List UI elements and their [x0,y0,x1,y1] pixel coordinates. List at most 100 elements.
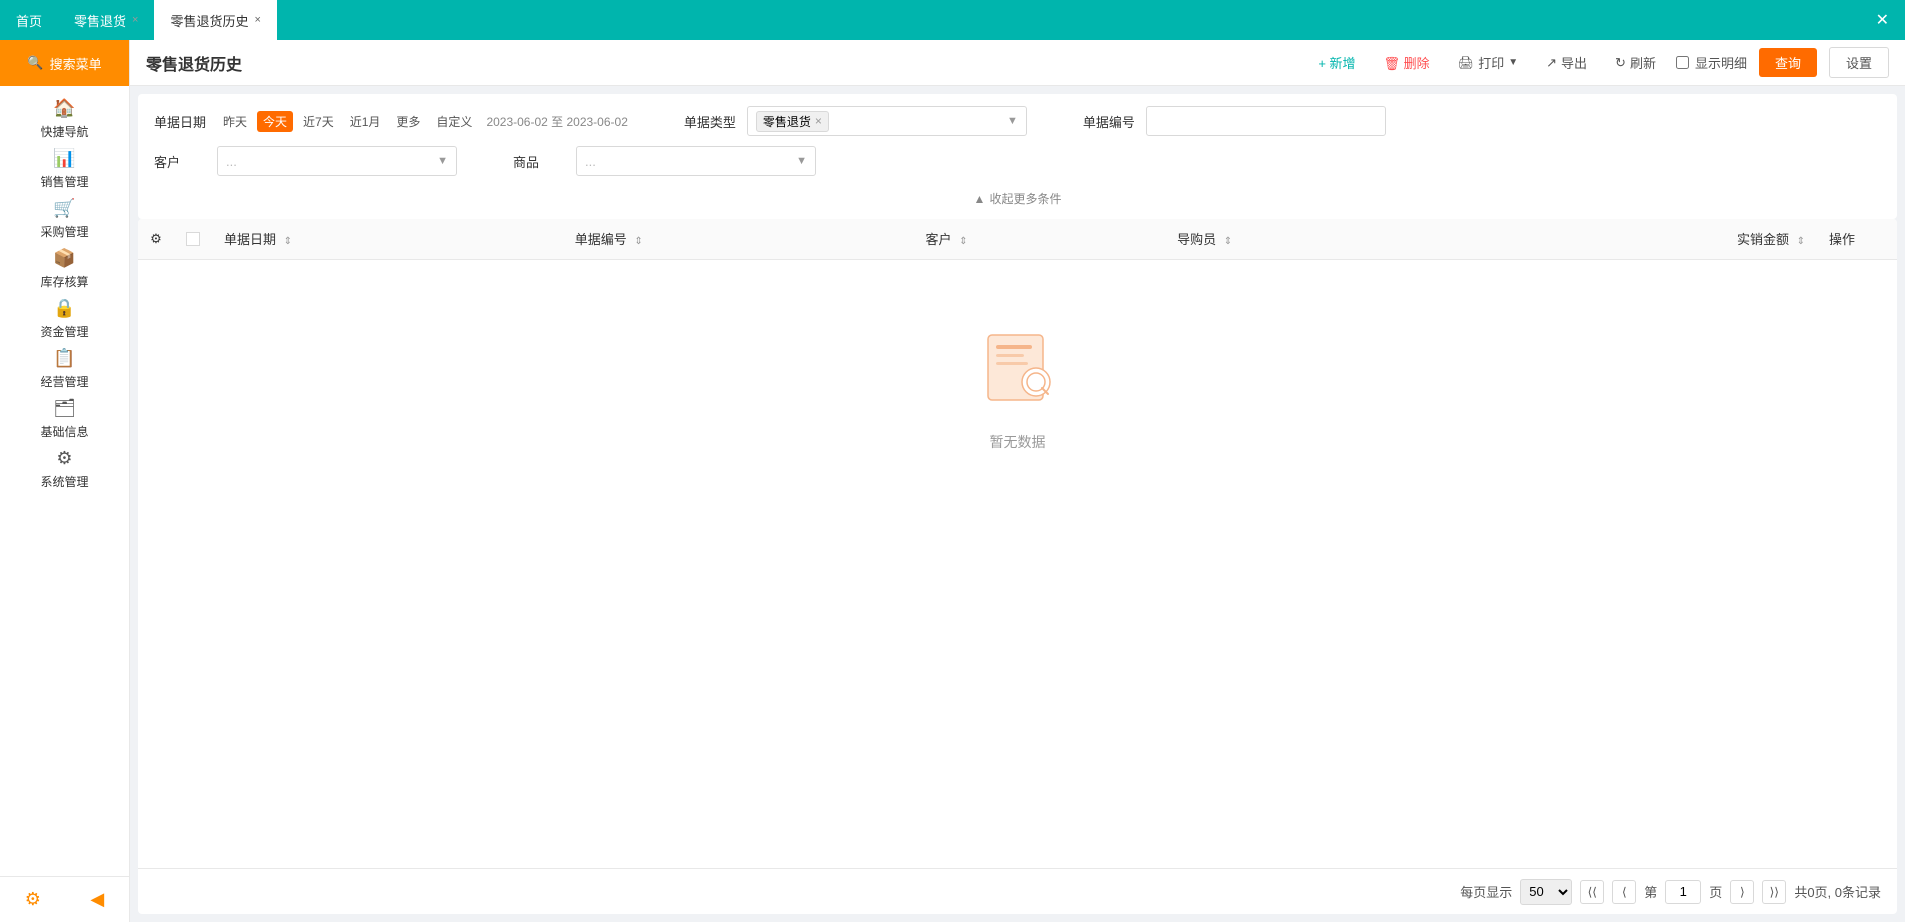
new-button[interactable]: + 新增 [1310,49,1363,76]
customer-placeholder: ... [226,154,237,169]
per-page-select[interactable]: 50 100 200 [1520,879,1572,905]
export-button[interactable]: ↗ 导出 [1538,49,1595,76]
doc-type-select[interactable]: 零售退货 × ▼ [747,106,1027,136]
col-doc-date-sort: ⇕ [284,236,292,247]
sidebar-search-label: 搜索菜单 [50,54,102,73]
filter-row-1: 单据日期 昨天 今天 近7天 近1月 更多 自定义 2023-06-02 至 2… [154,106,1881,136]
goods-placeholder: ... [585,154,596,169]
first-page-button[interactable]: ⟨⟨ [1580,880,1604,904]
col-guide-label: 导购员 [1177,232,1216,247]
col-amount-sort: ⇕ [1797,236,1805,247]
goods-dropdown-icon: ▼ [796,155,807,167]
sidebar-item-operations[interactable]: 📋 经营管理 [0,344,129,394]
customer-filter: 客户 ... ▼ [154,146,457,176]
col-guide-sort: ⇕ [1224,236,1232,247]
sidebar-item-quick-nav[interactable]: 🏠 快捷导航 [0,94,129,144]
table-wrapper: ⚙ 单据日期 ⇕ 单据编号 [138,219,1897,868]
doc-type-tag-value: 零售退货 [763,113,811,130]
collapse-bar[interactable]: ▲ 收起更多条件 [154,186,1881,211]
query-button[interactable]: 查询 [1759,48,1817,77]
print-dropdown-icon: ▼ [1508,57,1518,68]
finance-icon: 🔒 [53,298,75,319]
date-btn-yesterday[interactable]: 昨天 [217,111,253,132]
export-label: 导出 [1561,53,1587,72]
sidebar-item-purchase-mgmt[interactable]: 🛒 采购管理 [0,194,129,244]
col-customer[interactable]: 客户 ⇕ [913,219,1165,259]
date-btn-7days[interactable]: 近7天 [297,111,340,132]
filter-area: 单据日期 昨天 今天 近7天 近1月 更多 自定义 2023-06-02 至 2… [138,94,1897,219]
window-close-button[interactable]: ✕ [1860,10,1905,30]
sidebar-item-sales-mgmt[interactable]: 📊 销售管理 [0,144,129,194]
col-doc-num-sort: ⇕ [634,236,642,247]
date-btn-more[interactable]: 更多 [390,111,426,132]
settings-bottom-icon[interactable]: ⚙ [25,889,41,910]
doc-num-input[interactable] [1146,106,1386,136]
doc-type-tag: 零售退货 × [756,111,829,132]
date-btn-today[interactable]: 今天 [257,111,293,132]
col-checkbox[interactable] [174,219,212,259]
sidebar-item-basic-info[interactable]: 🗂 基础信息 [0,394,129,444]
col-guide[interactable]: 导购员 ⇕ [1165,219,1466,259]
display-detail-toggle[interactable]: 显示明细 [1676,53,1747,72]
doc-type-label: 单据类型 [684,112,739,131]
refresh-icon: ↻ [1615,55,1626,71]
page-number-input[interactable] [1665,880,1701,904]
display-detail-label: 显示明细 [1695,53,1747,72]
doc-type-filter: 单据类型 零售退货 × ▼ [684,106,1027,136]
col-amount-label: 实销金额 [1737,232,1789,247]
col-ops: 操作 [1817,219,1897,259]
tab-retail-return[interactable]: 零售退货 × [58,0,154,40]
goods-select[interactable]: ... ▼ [576,146,816,176]
main-layout: 🔍 搜索菜单 🏠 快捷导航 📊 销售管理 🛒 采购管理 📦 库存核算 🔒 [0,40,1905,922]
tab-retail-return-close[interactable]: × [132,14,138,26]
col-settings[interactable]: ⚙ [138,219,174,259]
customer-label: 客户 [154,152,209,171]
basic-info-icon: 🗂 [53,398,76,419]
doc-type-tag-close[interactable]: × [815,114,822,128]
sidebar-item-system-mgmt[interactable]: ⚙ 系统管理 [0,444,129,494]
tab-home-label: 首页 [16,11,42,30]
next-page-button[interactable]: ⟩ [1730,880,1754,904]
quick-nav-label: 快捷导航 [40,123,88,140]
customer-select[interactable]: ... ▼ [217,146,457,176]
display-detail-checkbox[interactable] [1676,56,1689,69]
purchase-mgmt-label: 采购管理 [40,223,88,240]
header-actions: + 新增 🗑 删除 🖨 打印 ▼ ↗ 导出 ↻ 刷新 显示明细 [1310,47,1889,78]
inventory-label: 库存核算 [40,273,88,290]
tab-home[interactable]: 首页 [0,0,58,40]
filter-row-2: 客户 ... ▼ 商品 ... ▼ [154,146,1881,176]
date-btn-1month[interactable]: 近1月 [344,111,387,132]
operations-icon: 📋 [53,348,75,369]
collapse-label: 收起更多条件 [989,190,1061,207]
sidebar-item-inventory[interactable]: 📦 库存核算 [0,244,129,294]
col-doc-num[interactable]: 单据编号 ⇕ [563,219,914,259]
sidebar-bottom: ⚙ ◀ [0,876,129,922]
tab-retail-return-history[interactable]: 零售退货历史 × [154,0,276,40]
pagination: 每页显示 50 100 200 ⟨⟨ ⟨ 第 页 ⟩ ⟩⟩ 共0页, 0条记录 [138,868,1897,914]
settings-button[interactable]: 设置 [1829,47,1889,78]
tab-retail-return-history-close[interactable]: × [254,14,260,26]
collapse-sidebar-icon[interactable]: ◀ [90,889,104,910]
last-page-button[interactable]: ⟩⟩ [1762,880,1786,904]
select-all-checkbox[interactable] [186,232,200,246]
date-btn-custom[interactable]: 自定义 [430,111,478,132]
inventory-icon: 📦 [53,248,75,269]
sidebar-search[interactable]: 🔍 搜索菜单 [0,40,129,86]
sales-mgmt-icon: 📊 [53,148,75,169]
sidebar-item-finance[interactable]: 🔒 资金管理 [0,294,129,344]
col-doc-date[interactable]: 单据日期 ⇕ [212,219,563,259]
tab-retail-return-history-label: 零售退货历史 [170,11,248,30]
content-area: 零售退货历史 + 新增 🗑 删除 🖨 打印 ▼ ↗ 导出 ↻ 刷新 [130,40,1905,922]
date-filter-label: 单据日期 [154,112,209,131]
refresh-button[interactable]: ↻ 刷新 [1607,49,1664,76]
print-button[interactable]: 🖨 打印 ▼ [1450,49,1526,76]
tab-retail-return-label: 零售退货 [74,11,126,30]
delete-button[interactable]: 🗑 删除 [1376,49,1438,76]
col-doc-date-label: 单据日期 [224,232,276,247]
col-amount[interactable]: 实销金额 ⇕ [1466,219,1817,259]
table-settings-icon[interactable]: ⚙ [150,231,162,246]
page-unit: 页 [1709,882,1722,901]
page-title: 零售退货历史 [146,51,1310,75]
prev-page-button[interactable]: ⟨ [1612,880,1636,904]
date-filter-buttons: 昨天 今天 近7天 近1月 更多 自定义 [217,111,478,132]
